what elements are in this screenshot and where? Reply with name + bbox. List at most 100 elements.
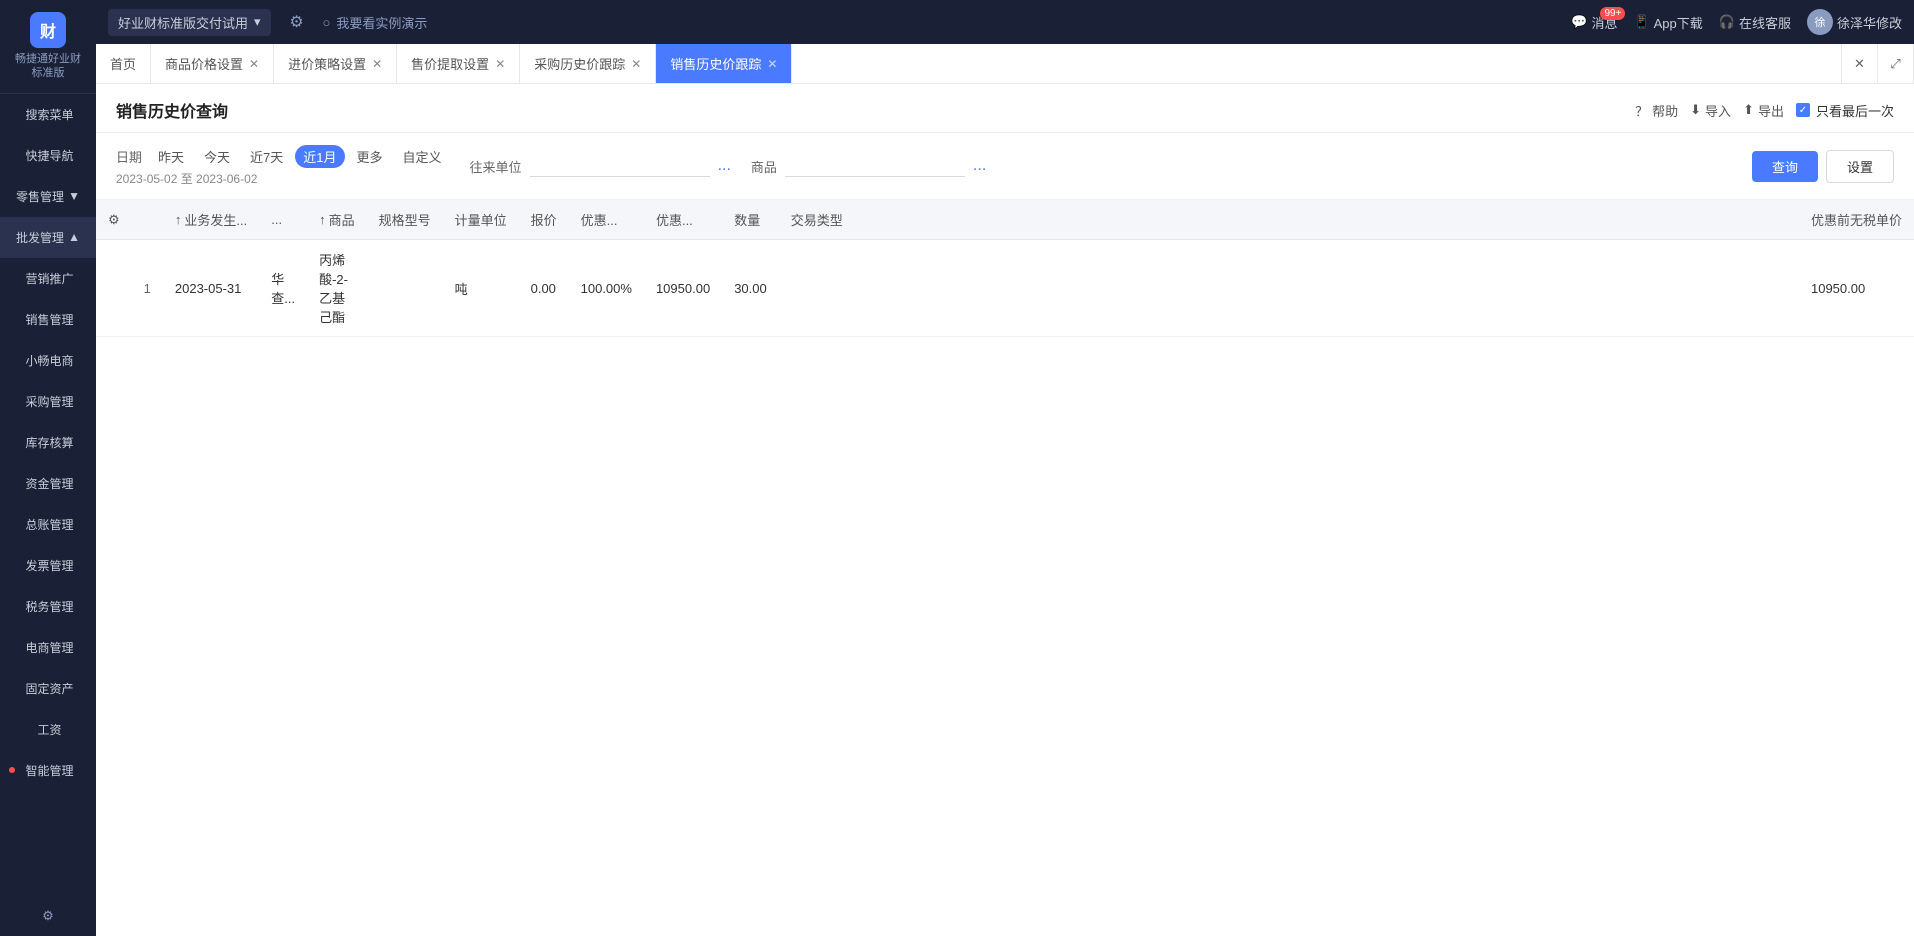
- th-num: [132, 200, 163, 240]
- sidebar-item-smart[interactable]: 智能管理: [0, 750, 96, 791]
- import-label: 导入: [1705, 101, 1731, 120]
- demo-label: 我要看实例演示: [336, 13, 427, 32]
- user-name: 徐泽华修改: [1837, 13, 1902, 32]
- sidebar-item-sales[interactable]: 销售管理: [0, 299, 96, 340]
- tab-sale-history-close[interactable]: ✕: [767, 57, 777, 71]
- th-biz-date[interactable]: ↑ 业务发生...: [163, 200, 259, 240]
- sidebar-item-tax[interactable]: 税务管理: [0, 586, 96, 627]
- import-btn[interactable]: ⬇ 导入: [1690, 101, 1731, 120]
- source-filter-group: 往来单位 ...: [470, 155, 731, 177]
- tabs-actions: ✕ ⤢: [1841, 44, 1914, 84]
- sidebar-item-ecom[interactable]: 电商管理: [0, 627, 96, 668]
- tab-expand-btn[interactable]: ⤢: [1878, 44, 1914, 84]
- tab-purchase-history-close[interactable]: ✕: [631, 57, 641, 71]
- version-label: 好业财标准版交付试用: [118, 13, 248, 32]
- sidebar-item-quicknav[interactable]: 快捷导航: [0, 135, 96, 176]
- demo-icon: ○: [323, 15, 331, 30]
- query-btn[interactable]: 查询: [1752, 151, 1818, 182]
- message-btn[interactable]: 💬 消息 99+: [1571, 13, 1617, 32]
- td-txn-type: [779, 240, 855, 337]
- tab-price-close[interactable]: ✕: [249, 57, 259, 71]
- avatar: 徐: [1807, 9, 1833, 35]
- import-icon: ⬇: [1690, 102, 1701, 118]
- user-menu[interactable]: 徐 徐泽华修改: [1807, 9, 1902, 35]
- export-icon: ⬆: [1743, 102, 1754, 118]
- tab-home[interactable]: 首页: [96, 44, 151, 84]
- demo-link[interactable]: ○ 我要看实例演示: [323, 13, 428, 32]
- date-pill-more[interactable]: 更多: [349, 145, 391, 168]
- product-input[interactable]: [785, 155, 965, 177]
- product-dots-btn[interactable]: ...: [973, 157, 986, 175]
- only-last-checkbox[interactable]: ✓ 只看最后一次: [1796, 101, 1894, 120]
- page-title: 销售历史价查询: [116, 98, 228, 122]
- page-header: 销售历史价查询 ？ 帮助 ⬇ 导入 ⬆ 导出 ✓ 只看最后一次: [96, 84, 1914, 133]
- tab-home-label: 首页: [110, 54, 136, 73]
- sidebar-settings-btn[interactable]: ⚙: [0, 896, 96, 936]
- expand-icon: ▼: [68, 189, 80, 203]
- export-btn[interactable]: ⬆ 导出: [1743, 101, 1784, 120]
- tab-sale-extract[interactable]: 售价提取设置 ✕: [397, 44, 520, 84]
- message-badge: 99+: [1600, 7, 1625, 20]
- td-spec: [367, 240, 443, 337]
- topbar-gear-btn[interactable]: ⚙: [283, 8, 311, 36]
- date-pill-last7[interactable]: 近7天: [242, 145, 291, 168]
- topbar: 好业财标准版交付试用 ▾ ⚙ ○ 我要看实例演示 💬 消息 99+ 📱 App下…: [96, 0, 1914, 44]
- date-label: 日期: [116, 147, 142, 166]
- settings-btn[interactable]: 设置: [1826, 150, 1894, 183]
- th-unit: 计量单位: [443, 200, 519, 240]
- service-label: 在线客服: [1739, 13, 1791, 32]
- date-pill-yesterday[interactable]: 昨天: [150, 145, 192, 168]
- online-service-btn[interactable]: 🎧 在线客服: [1719, 13, 1791, 32]
- td-discount-pct: 100.00%: [569, 240, 644, 337]
- tab-price[interactable]: 商品价格设置 ✕: [151, 44, 274, 84]
- data-table: ⚙ ↑ 业务发生... ... ↑ 商品: [96, 200, 1914, 337]
- tab-purchase-history[interactable]: 采购历史价跟踪 ✕: [520, 44, 656, 84]
- date-filter-group: 日期 昨天 今天 近7天 近1月 更多 自定义: [116, 145, 450, 168]
- sidebar-item-ledger[interactable]: 总账管理: [0, 504, 96, 545]
- th-pretax-price: 优惠前无税单价: [1799, 200, 1914, 240]
- sidebar-item-fixed[interactable]: 固定资产: [0, 668, 96, 709]
- version-selector[interactable]: 好业财标准版交付试用 ▾: [108, 9, 271, 36]
- source-input[interactable]: [530, 155, 710, 177]
- sidebar-item-marketing[interactable]: 营销推广: [0, 258, 96, 299]
- th-discount-amt: 优惠...: [644, 200, 722, 240]
- help-btn[interactable]: ？ 帮助: [1635, 101, 1678, 120]
- tabs-bar: 首页 商品价格设置 ✕ 进价策略设置 ✕ 售价提取设置 ✕ 采购历史价跟踪 ✕ …: [96, 44, 1914, 84]
- app-download-btn[interactable]: 📱 App下载: [1633, 13, 1702, 32]
- sidebar-item-invoice[interactable]: 发票管理: [0, 545, 96, 586]
- sidebar-item-inventory[interactable]: 库存核算: [0, 422, 96, 463]
- help-label: 帮助: [1652, 101, 1678, 120]
- tab-sale-extract-close[interactable]: ✕: [495, 57, 505, 71]
- source-label: 往来单位: [470, 157, 522, 176]
- th-more[interactable]: ...: [259, 200, 307, 240]
- sidebar: 财 畅捷通好业财标准版 搜索菜单 快捷导航 零售管理 ▼ 批发管理 ▲ 营销推广…: [0, 0, 96, 936]
- th-gear[interactable]: ⚙: [96, 200, 132, 240]
- td-gear: [96, 240, 132, 337]
- sidebar-item-finance[interactable]: 资金管理: [0, 463, 96, 504]
- th-discount-pct: 优惠...: [569, 200, 644, 240]
- sidebar-item-wholesale[interactable]: 批发管理 ▲: [0, 217, 96, 258]
- td-biz-date: 2023-05-31: [163, 240, 259, 337]
- table-header-row: ⚙ ↑ 业务发生... ... ↑ 商品: [96, 200, 1914, 240]
- tab-close-btn[interactable]: ✕: [1842, 44, 1878, 84]
- page-actions: ？ 帮助 ⬇ 导入 ⬆ 导出 ✓ 只看最后一次: [1635, 101, 1894, 120]
- sidebar-item-retail[interactable]: 零售管理 ▼: [0, 176, 96, 217]
- tab-sale-history-label: 销售历史价跟踪: [670, 54, 761, 73]
- sidebar-item-xiaochange[interactable]: 小畅电商: [0, 340, 96, 381]
- th-product[interactable]: ↑ 商品: [307, 200, 367, 240]
- date-pills: 昨天 今天 近7天 近1月 更多 自定义: [150, 145, 450, 168]
- td-qty: 30.00: [722, 240, 779, 337]
- tab-purchase-strategy[interactable]: 进价策略设置 ✕: [274, 44, 397, 84]
- source-dots-btn[interactable]: ...: [718, 157, 731, 175]
- logo-text: 畅捷通好业财标准版: [15, 52, 81, 81]
- date-pill-custom[interactable]: 自定义: [395, 145, 450, 168]
- tab-purchase-strategy-close[interactable]: ✕: [372, 57, 382, 71]
- td-unit: 吨: [443, 240, 519, 337]
- sidebar-item-purchase[interactable]: 采购管理: [0, 381, 96, 422]
- sidebar-item-search[interactable]: 搜索菜单: [0, 94, 96, 135]
- tab-sale-history[interactable]: 销售历史价跟踪 ✕: [656, 44, 792, 84]
- date-pill-last1m[interactable]: 近1月: [295, 145, 344, 168]
- date-pill-today[interactable]: 今天: [196, 145, 238, 168]
- sidebar-item-salary[interactable]: 工资: [0, 709, 96, 750]
- logo-icon: 财: [30, 12, 66, 48]
